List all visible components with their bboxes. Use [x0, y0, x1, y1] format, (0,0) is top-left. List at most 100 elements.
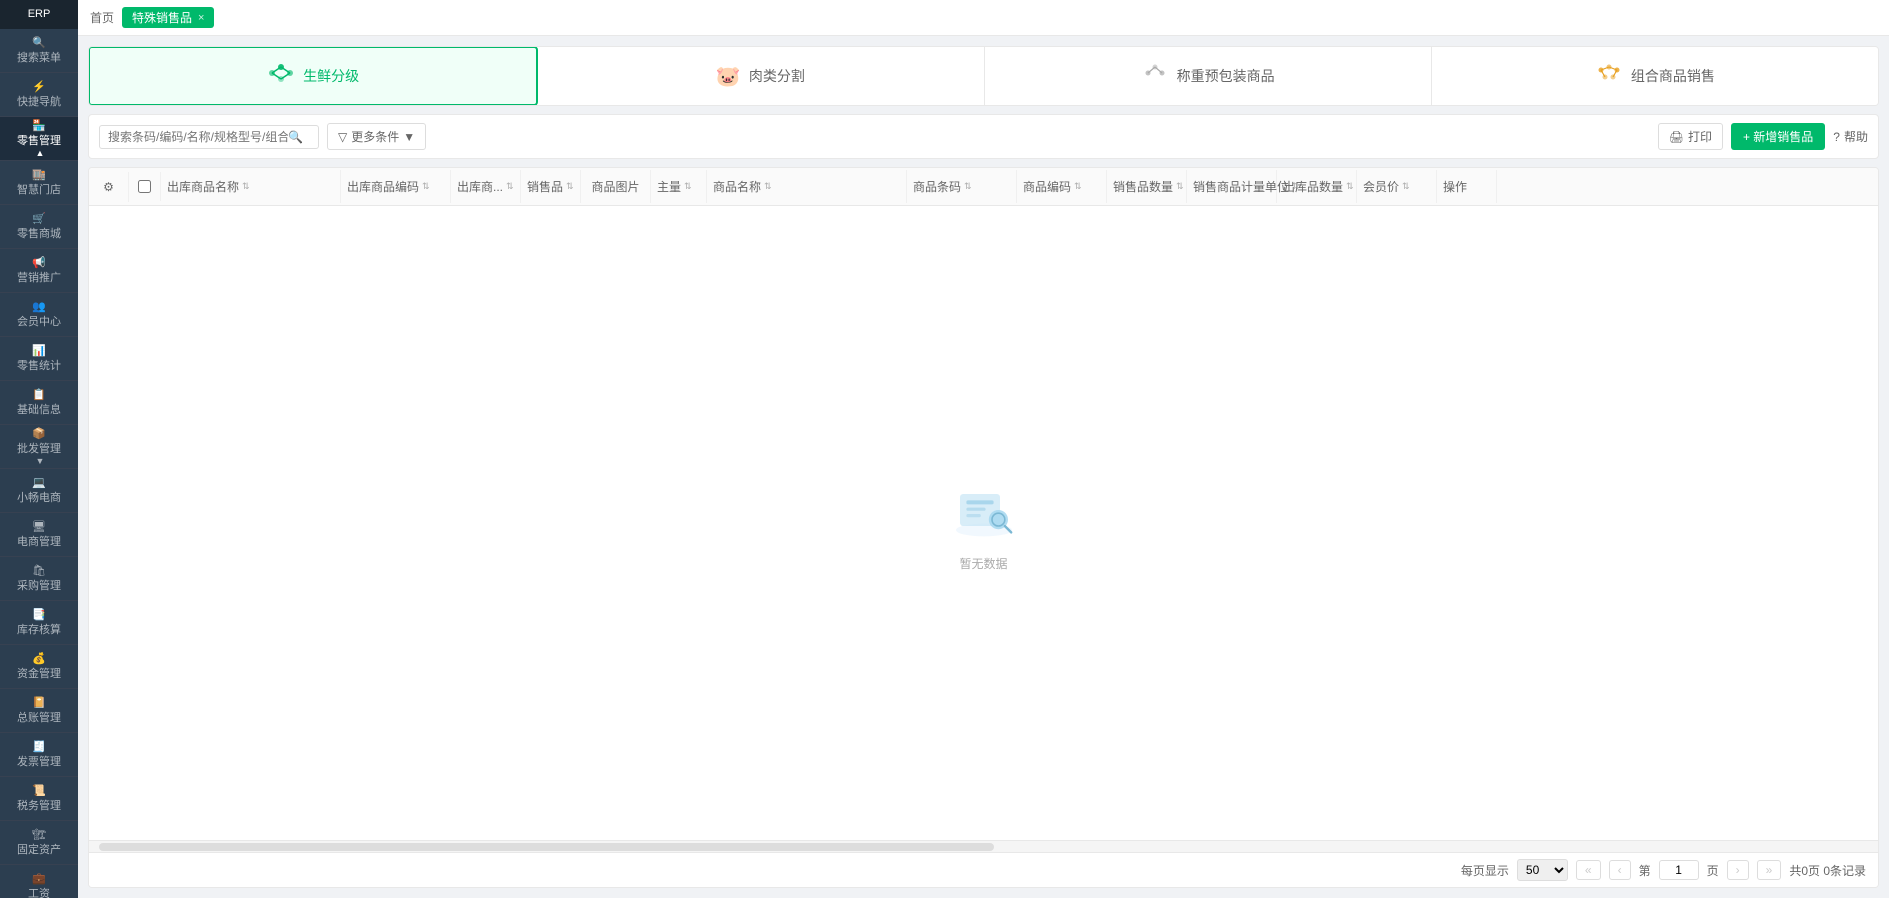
scrollbar-thumb[interactable]: [99, 843, 994, 851]
sidebar-item-member-center[interactable]: 👥 会员中心: [0, 293, 78, 337]
sidebar-item-label: 营销推广: [17, 269, 61, 285]
sidebar-item-tax-mgmt[interactable]: 📜 税务管理: [0, 777, 78, 821]
toolbar-right: 🖨 打印 + 新增销售品 ? 帮助: [1658, 123, 1868, 150]
sidebar-item-label: 零售管理: [17, 132, 61, 148]
sidebar-item-fixed-assets[interactable]: 🏗 固定资产: [0, 821, 78, 865]
th-ops-label: 操作: [1443, 178, 1467, 195]
th-barcode: 商品条码 ⇅: [907, 170, 1017, 203]
tab-weight-prepack[interactable]: 称重预包装商品: [985, 47, 1432, 105]
sort-out-code-icon[interactable]: ⇅: [422, 181, 430, 192]
select-all-checkbox[interactable]: [138, 180, 151, 193]
sort-out-qty-icon[interactable]: ⇅: [1346, 181, 1354, 192]
help-icon: ?: [1833, 130, 1840, 144]
tab-fresh-grade[interactable]: 生鲜分级: [88, 46, 538, 106]
sidebar-item-label: 搜索菜单: [17, 49, 61, 65]
tab-fresh-grade-label: 生鲜分级: [303, 66, 359, 86]
sidebar-item-finance-mgmt[interactable]: 💰 资金管理: [0, 645, 78, 689]
sort-member-price-icon[interactable]: ⇅: [1402, 181, 1410, 192]
search-icon[interactable]: 🔍: [288, 130, 303, 144]
sort-goods-code-icon[interactable]: ⇅: [1074, 181, 1082, 192]
th-member-price-label: 会员价: [1363, 178, 1399, 195]
weight-prepack-icon: [1141, 62, 1169, 90]
sort-barcode-icon[interactable]: ⇅: [964, 181, 972, 192]
th-checkbox[interactable]: [129, 172, 161, 201]
sidebar-item-labor[interactable]: 💼 工资: [0, 865, 78, 898]
sidebar-item-general-ledger[interactable]: 📔 总账管理: [0, 689, 78, 733]
active-tab-label: 特殊销售品: [132, 9, 192, 26]
first-page-button[interactable]: «: [1576, 860, 1601, 880]
sidebar-item-label: 批发管理: [17, 440, 61, 456]
th-out-qty: 出库品数量 ⇅: [1277, 170, 1357, 203]
add-button[interactable]: + 新增销售品: [1731, 123, 1825, 150]
sidebar-item-purchase-mgmt[interactable]: 🛍 采购管理: [0, 557, 78, 601]
search-input[interactable]: [108, 130, 288, 144]
th-goods-code: 商品编码 ⇅: [1017, 170, 1107, 203]
sidebar-item-label: 基础信息: [17, 401, 61, 417]
prev-page-button[interactable]: ‹: [1609, 860, 1631, 880]
sidebar-item-basic-info[interactable]: 📋 基础信息: [0, 381, 78, 425]
th-img: 商品图片: [581, 170, 651, 203]
page-number-input[interactable]: [1659, 860, 1699, 880]
page-content: 生鲜分级 🐷 肉类分割 称重预包装商品: [78, 36, 1889, 898]
basic-info-icon: 📋: [32, 388, 46, 401]
sort-out-spec-icon[interactable]: ⇅: [506, 181, 514, 192]
finance-mgmt-icon: 💰: [32, 652, 46, 665]
per-page-select[interactable]: 50 10 20 100: [1517, 859, 1568, 881]
sidebar-item-invoice-mgmt[interactable]: 🧾 发票管理: [0, 733, 78, 777]
tab-combo-sale[interactable]: 组合商品销售: [1432, 47, 1878, 105]
app-logo: ERP: [0, 0, 78, 29]
total-text: 共0页 0条记录: [1789, 862, 1866, 879]
tab-meat-cut-label: 肉类分割: [749, 66, 805, 86]
sidebar-item-smart-store[interactable]: 🏬 智慧门店: [0, 161, 78, 205]
topbar: 首页 特殊销售品 ×: [78, 0, 1889, 36]
wholesale-mgmt-icon: 📦: [32, 427, 46, 440]
sidebar-item-stock-check[interactable]: 📑 库存核算: [0, 601, 78, 645]
th-img-label: 商品图片: [591, 178, 639, 195]
sidebar-item-mini-ecomm[interactable]: 💻 小畅电商: [0, 469, 78, 513]
sort-sale-qty-icon[interactable]: ⇅: [1176, 181, 1184, 192]
print-label: 打印: [1688, 128, 1712, 145]
close-tab-button[interactable]: ×: [198, 12, 204, 24]
home-link[interactable]: 首页: [90, 9, 114, 26]
sidebar-item-retail-mall[interactable]: 🛒 零售商城: [0, 205, 78, 249]
fixed-assets-icon: 🏗: [32, 828, 46, 841]
next-page-button[interactable]: ›: [1727, 860, 1749, 880]
page-suffix: 页: [1707, 862, 1719, 879]
tab-meat-cut[interactable]: 🐷 肉类分割: [537, 47, 984, 105]
th-goods-code-label: 商品编码: [1023, 178, 1071, 195]
sidebar-item-label: 零售统计: [17, 357, 61, 373]
th-out-code: 出库商品编码 ⇅: [341, 170, 451, 203]
sidebar-item-search-menu[interactable]: 🔍 搜索菜单: [0, 29, 78, 73]
filter-button[interactable]: ▽ 更多条件 ▼: [327, 123, 426, 150]
sidebar-item-ecomm-mgmt[interactable]: 🖥 电商管理: [0, 513, 78, 557]
sidebar-item-retail-mgmt[interactable]: 🏪 零售管理 ▲: [0, 117, 78, 161]
horizontal-scrollbar[interactable]: [89, 840, 1878, 852]
retail-mall-icon: 🛒: [32, 212, 46, 225]
th-setting[interactable]: ⚙: [89, 172, 129, 202]
pagination: 每页显示 50 10 20 100 « ‹ 第 页 ›: [89, 852, 1878, 887]
sidebar-item-label: 零售商城: [17, 225, 61, 241]
search-box[interactable]: 🔍: [99, 125, 319, 149]
sort-sale-icon[interactable]: ⇅: [566, 181, 574, 192]
last-page-button[interactable]: »: [1757, 860, 1782, 880]
th-main-unit-label: 主量: [657, 178, 681, 195]
ecomm-mgmt-icon: 🖥: [32, 520, 46, 533]
general-ledger-icon: 📔: [32, 696, 46, 709]
th-barcode-label: 商品条码: [913, 178, 961, 195]
sort-goods-name-icon[interactable]: ⇅: [764, 181, 772, 192]
help-button[interactable]: ? 帮助: [1833, 128, 1868, 145]
sidebar-item-marketing[interactable]: 📢 营销推广: [0, 249, 78, 293]
print-button[interactable]: 🖨 打印: [1658, 123, 1723, 150]
empty-icon: [944, 475, 1024, 545]
purchase-mgmt-icon: 🛍: [32, 564, 46, 577]
sort-main-unit-icon[interactable]: ⇅: [684, 181, 692, 192]
th-out-name: 出库商品名称 ⇅: [161, 170, 341, 203]
invoice-mgmt-icon: 🧾: [32, 740, 46, 753]
th-sale-unit: 销售商品计量单位 ⇅: [1187, 170, 1277, 203]
sidebar-item-retail-stats[interactable]: 📊 零售统计: [0, 337, 78, 381]
sort-out-name-icon[interactable]: ⇅: [242, 181, 250, 192]
smart-store-icon: 🏬: [32, 168, 46, 181]
sidebar-item-quick-nav[interactable]: ⚡ 快捷导航: [0, 73, 78, 117]
sidebar-item-label: 库存核算: [17, 621, 61, 637]
sidebar-item-wholesale-mgmt[interactable]: 📦 批发管理 ▼: [0, 425, 78, 469]
